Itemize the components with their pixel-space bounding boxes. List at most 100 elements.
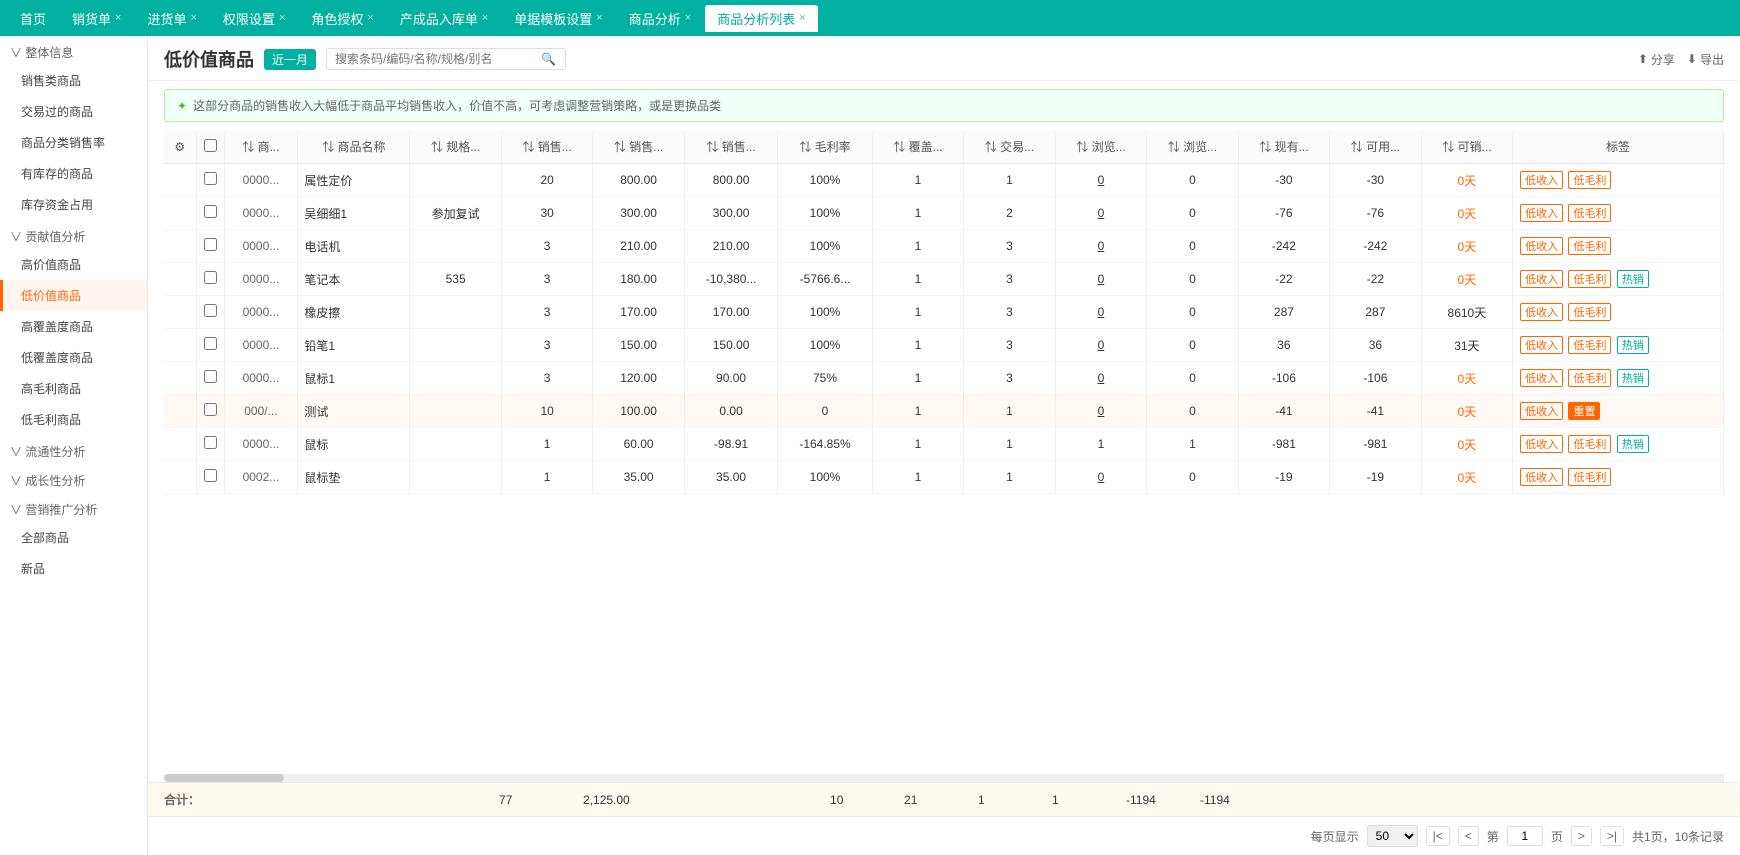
sidebar-item-stock-products[interactable]: 有库存的商品	[0, 158, 147, 189]
nav-product-entry[interactable]: 产成品入库单 ×	[388, 5, 500, 32]
sidebar-item-low-value[interactable]: 低价值商品	[0, 280, 147, 311]
sidebar-item-new-products[interactable]: 新品	[0, 553, 147, 584]
sidebar-item-low-gross[interactable]: 低毛利商品	[0, 404, 147, 435]
col-stock2[interactable]: ⇅ 可用...	[1330, 130, 1421, 164]
cell-checkbox[interactable]	[196, 164, 224, 197]
nav-product-analysis[interactable]: 商品分析 ×	[617, 5, 703, 32]
col-settings[interactable]: ⚙	[164, 130, 196, 164]
export-button[interactable]: ⬇ 导出	[1687, 51, 1724, 68]
browse-link[interactable]: 0	[1098, 470, 1105, 484]
cell-checkbox[interactable]	[196, 461, 224, 494]
close-icon[interactable]: ×	[279, 12, 285, 24]
col-sales2[interactable]: ⇅ 销售...	[593, 130, 684, 164]
row-checkbox[interactable]	[204, 238, 217, 251]
sidebar-item-high-value[interactable]: 高价值商品	[0, 249, 147, 280]
sidebar-item-all-products[interactable]: 全部商品	[0, 522, 147, 553]
cell-checkbox[interactable]	[196, 197, 224, 230]
close-icon[interactable]: ×	[190, 12, 196, 24]
col-sales1[interactable]: ⇅ 销售...	[501, 130, 592, 164]
nav-product-analysis-list[interactable]: 商品分析列表 ×	[705, 5, 817, 32]
cell-checkbox[interactable]	[196, 263, 224, 296]
sidebar-group-contribution[interactable]: ∨ 贡献值分析	[0, 220, 147, 249]
cell-browse1[interactable]: 0	[1055, 362, 1146, 395]
browse-link[interactable]: 0	[1098, 371, 1105, 385]
next-page-button[interactable]: >	[1571, 826, 1592, 846]
row-checkbox[interactable]	[204, 304, 217, 317]
row-checkbox[interactable]	[204, 337, 217, 350]
close-icon[interactable]: ×	[799, 12, 805, 24]
col-name[interactable]: ⇅ 商品名称	[298, 130, 410, 164]
col-tags[interactable]: 标签	[1513, 130, 1724, 164]
close-icon[interactable]: ×	[685, 12, 691, 24]
sidebar-group-marketing[interactable]: ∨ 营销推广分析	[0, 493, 147, 522]
prev-page-button[interactable]: <	[1458, 826, 1479, 846]
sidebar-group-growth[interactable]: ∨ 成长性分析	[0, 464, 147, 493]
nav-sales-order[interactable]: 销货单 ×	[60, 5, 133, 32]
sidebar-item-traded-products[interactable]: 交易过的商品	[0, 96, 147, 127]
col-trade[interactable]: ⇅ 交易...	[964, 130, 1055, 164]
row-checkbox[interactable]	[204, 469, 217, 482]
close-icon[interactable]: ×	[367, 12, 373, 24]
col-browse1[interactable]: ⇅ 浏览...	[1055, 130, 1146, 164]
search-input[interactable]	[335, 52, 535, 66]
cell-checkbox[interactable]	[196, 428, 224, 461]
nav-home[interactable]: 首页	[8, 5, 58, 32]
browse-link[interactable]: 0	[1098, 272, 1105, 286]
sidebar-group-overview[interactable]: ∨ 整体信息	[0, 36, 147, 65]
close-icon[interactable]: ×	[115, 12, 121, 24]
cell-browse1[interactable]: 0	[1055, 296, 1146, 329]
browse-link[interactable]: 0	[1098, 206, 1105, 220]
browse-link[interactable]: 0	[1098, 338, 1105, 352]
horizontal-scrollbar[interactable]	[164, 774, 1724, 782]
sidebar-item-high-gross[interactable]: 高毛利商品	[0, 373, 147, 404]
col-gross-rate[interactable]: ⇅ 毛利率	[778, 130, 872, 164]
row-checkbox[interactable]	[204, 403, 217, 416]
cell-checkbox[interactable]	[196, 329, 224, 362]
row-checkbox[interactable]	[204, 271, 217, 284]
col-coverage[interactable]: ⇅ 覆盖...	[872, 130, 963, 164]
row-checkbox[interactable]	[204, 370, 217, 383]
nav-role-auth[interactable]: 角色授权 ×	[299, 5, 385, 32]
cell-browse1[interactable]: 0	[1055, 461, 1146, 494]
page-size-select[interactable]: 50 100 200	[1367, 825, 1418, 847]
row-checkbox[interactable]	[204, 436, 217, 449]
close-icon[interactable]: ×	[596, 12, 602, 24]
browse-link[interactable]: 0	[1098, 305, 1105, 319]
cell-browse1[interactable]: 0	[1055, 230, 1146, 263]
cell-checkbox[interactable]	[196, 362, 224, 395]
search-icon[interactable]: 🔍	[541, 52, 556, 66]
col-stock3[interactable]: ⇅ 可销...	[1421, 130, 1512, 164]
scrollbar-thumb[interactable]	[164, 774, 284, 782]
current-page-input[interactable]	[1507, 826, 1543, 846]
cell-browse1[interactable]: 0	[1055, 197, 1146, 230]
col-spec[interactable]: ⇅ 规格...	[410, 130, 501, 164]
first-page-button[interactable]: |<	[1426, 826, 1450, 846]
select-all-checkbox[interactable]	[204, 139, 217, 152]
close-icon[interactable]: ×	[482, 12, 488, 24]
cell-checkbox[interactable]	[196, 395, 224, 428]
browse-link[interactable]: 0	[1098, 173, 1105, 187]
browse-link[interactable]: 0	[1098, 404, 1105, 418]
col-code[interactable]: ⇅ 商...	[224, 130, 298, 164]
col-checkbox[interactable]	[196, 130, 224, 164]
cell-browse1[interactable]: 0	[1055, 164, 1146, 197]
row-checkbox[interactable]	[204, 205, 217, 218]
cell-browse1[interactable]: 0	[1055, 395, 1146, 428]
col-sales3[interactable]: ⇅ 销售...	[684, 130, 777, 164]
row-checkbox[interactable]	[204, 172, 217, 185]
sidebar-item-category-sales-rate[interactable]: 商品分类销售率	[0, 127, 147, 158]
cell-checkbox[interactable]	[196, 230, 224, 263]
sidebar-item-stock-capital[interactable]: 库存资金占用	[0, 189, 147, 220]
last-page-button[interactable]: >|	[1600, 826, 1624, 846]
col-browse2[interactable]: ⇅ 浏览...	[1147, 130, 1238, 164]
col-stock1[interactable]: ⇅ 现有...	[1238, 130, 1329, 164]
share-button[interactable]: ⬆ 分享	[1638, 51, 1675, 68]
cell-browse1[interactable]: 0	[1055, 329, 1146, 362]
sidebar-group-circulation[interactable]: ∨ 流通性分析	[0, 435, 147, 464]
browse-link[interactable]: 0	[1098, 239, 1105, 253]
cell-checkbox[interactable]	[196, 296, 224, 329]
sidebar-item-high-coverage[interactable]: 高覆盖度商品	[0, 311, 147, 342]
filter-tag-recent-month[interactable]: 近一月	[264, 49, 316, 70]
nav-permission[interactable]: 权限设置 ×	[211, 5, 297, 32]
sidebar-item-sales-products[interactable]: 销售类商品	[0, 65, 147, 96]
